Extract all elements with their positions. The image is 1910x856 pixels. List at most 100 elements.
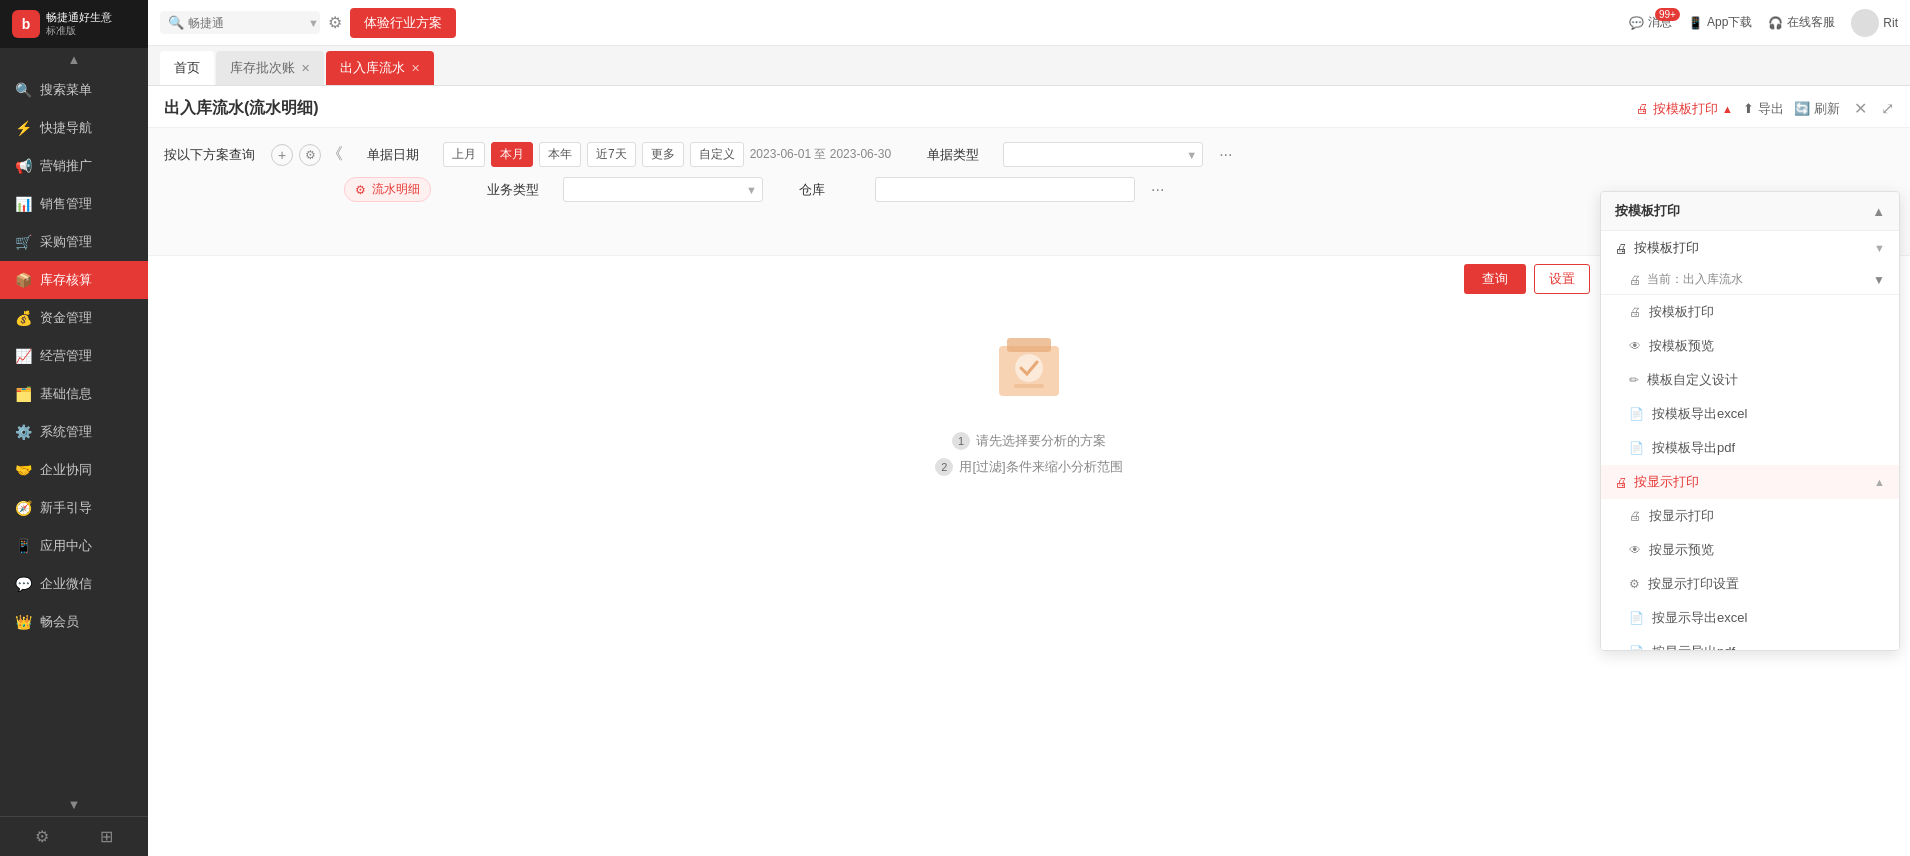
hint-text-1: 请先选择要分析的方案 [976,432,1106,450]
dropdown-item-display-export-excel[interactable]: 📄 按显示导出excel [1601,601,1899,635]
tab-batch-account[interactable]: 库存批次账 ✕ [216,51,324,85]
query-button[interactable]: 查询 [1464,264,1526,294]
date-btn-more[interactable]: 更多 [642,142,684,167]
sidebar-item-purchase[interactable]: 🛒 采购管理 [0,223,148,261]
date-btn-current-year[interactable]: 本年 [539,142,581,167]
date-btn-current-month[interactable]: 本月 [491,142,533,167]
sidebar-item-inventory[interactable]: 📦 库存核算 [0,261,148,299]
doc-type-more-btn[interactable]: ··· [1219,146,1232,164]
sidebar-item-quick-nav[interactable]: ⚡ 快捷导航 [0,109,148,147]
sidebar-item-app-center[interactable]: 📱 应用中心 [0,527,148,565]
print-template-button[interactable]: 🖨 按模板打印 ▲ [1636,100,1733,118]
topbar-app-download[interactable]: 📱 App下载 [1688,14,1752,31]
tab-flow-close[interactable]: ✕ [411,62,420,75]
template-custom-label: 模板自定义设计 [1647,371,1738,389]
sidebar-item-label: 新手引导 [40,499,92,517]
svg-rect-1 [1007,338,1051,352]
dropdown-item-display-print-settings[interactable]: ⚙ 按显示打印设置 [1601,567,1899,601]
template-export-pdf-icon: 📄 [1629,441,1644,455]
sidebar-item-wechat[interactable]: 💬 企业微信 [0,565,148,603]
topbar-search-input[interactable] [188,16,308,30]
topbar-online-service[interactable]: 🎧 在线客服 [1768,14,1835,31]
settings-button[interactable]: 设置 [1534,264,1590,294]
sidebar-item-guide[interactable]: 🧭 新手引导 [0,489,148,527]
dropdown-item-display-preview[interactable]: 👁 按显示预览 [1601,533,1899,567]
dropdown-item-display-export-pdf[interactable]: 📄 按显示导出pdf [1601,635,1899,651]
dropdown-item-template-export-excel[interactable]: 📄 按模板导出excel [1601,397,1899,431]
sidebar-item-member[interactable]: 👑 畅会员 [0,603,148,641]
filter-doc-type-label: 单据类型 [927,146,987,164]
sidebar-scroll-down[interactable]: ▼ [0,793,148,816]
sidebar-item-label: 库存核算 [40,271,92,289]
sidebar-item-label: 营销推广 [40,157,92,175]
filter-warehouse-input[interactable] [875,177,1135,202]
filter-actions: + ⚙ 《 [271,144,343,166]
display-print-icon: 🖨 [1615,475,1628,490]
dropdown-item-template-export-pdf[interactable]: 📄 按模板导出pdf [1601,431,1899,465]
dropdown-item-template-custom[interactable]: ✏ 模板自定义设计 [1601,363,1899,397]
tab-batch-account-close[interactable]: ✕ [301,62,310,75]
dropdown-section-template-header[interactable]: 🖨 按模板打印 ▼ [1601,231,1899,265]
sidebar-item-label: 采购管理 [40,233,92,251]
sidebar-item-finance[interactable]: 💰 资金管理 [0,299,148,337]
sidebar-item-operation[interactable]: 📈 经营管理 [0,337,148,375]
export-button[interactable]: ⬆ 导出 [1743,100,1784,118]
date-btn-last-7-days[interactable]: 近7天 [587,142,636,167]
refresh-button[interactable]: 🔄 刷新 [1794,100,1840,118]
date-btn-custom[interactable]: 自定义 [690,142,744,167]
sidebar-settings-icon[interactable]: ⚙ [35,827,49,846]
online-service-label: 在线客服 [1787,14,1835,31]
dropdown-section-display-header[interactable]: 🖨 按显示打印 ▲ [1601,465,1899,499]
sidebar-item-basic[interactable]: 🗂️ 基础信息 [0,375,148,413]
page-title: 出入库流水(流水明细) [164,98,319,119]
warehouse-more-btn[interactable]: ··· [1151,181,1164,199]
sidebar-item-label: 系统管理 [40,423,92,441]
filter-add-button[interactable]: + [271,144,293,166]
refresh-label: 刷新 [1814,100,1840,118]
tabbar: 首页 库存批次账 ✕ 出入库流水 ✕ [148,46,1910,86]
filter-business-type-wrap: ▼ [563,177,763,202]
sidebar-item-system[interactable]: ⚙️ 系统管理 [0,413,148,451]
print-dropdown-title: 按模板打印 [1615,202,1680,220]
filter-doc-type-select[interactable] [1003,142,1203,167]
window-expand-button[interactable]: ⤢ [1881,99,1894,118]
print-dropdown-chevron[interactable]: ▲ [1722,103,1733,115]
marketing-icon: 📢 [14,158,32,174]
tab-flow[interactable]: 出入库流水 ✕ [326,51,434,85]
template-custom-icon: ✏ [1629,373,1639,387]
template-print-icon: 🖨 [1629,305,1641,319]
template-export-excel-icon: 📄 [1629,407,1644,421]
page-header: 出入库流水(流水明细) 🖨 按模板打印 ▲ ⬆ 导出 🔄 刷新 ✕ ⤢ [148,86,1910,128]
dropdown-item-template-preview[interactable]: 👁 按模板预览 [1601,329,1899,363]
filter-business-type-select[interactable] [563,177,763,202]
filter-settings-button[interactable]: ⚙ [299,144,321,166]
sidebar-scroll-up[interactable]: ▲ [0,48,148,71]
topbar-search-dropdown-icon[interactable]: ▼ [308,17,319,29]
inventory-icon: 📦 [14,272,32,288]
sidebar-nav: 🔍 搜索菜单 ⚡ 快捷导航 📢 营销推广 📊 销售管理 🛒 采购管理 📦 库存核… [0,71,148,793]
export-label: 导出 [1758,100,1784,118]
topbar-user[interactable]: Rit [1851,9,1898,37]
date-btn-prev-month[interactable]: 上月 [443,142,485,167]
sidebar-expand-icon[interactable]: ⊞ [100,827,113,846]
dropdown-item-display-print[interactable]: 🖨 按显示打印 [1601,499,1899,533]
template-print-label: 按模板打印 [1649,303,1714,321]
filter-date-label: 单据日期 [367,146,427,164]
dropdown-current-template: 🖨 当前：出入库流水 ▼ [1601,265,1899,294]
print-dropdown-collapse-icon[interactable]: ▲ [1872,204,1885,219]
sidebar-item-marketing[interactable]: 📢 营销推广 [0,147,148,185]
topbar-gear-icon[interactable]: ⚙ [328,13,342,32]
sidebar-item-sales[interactable]: 📊 销售管理 [0,185,148,223]
filter-collapse-icon[interactable]: 《 [327,144,343,165]
template-preview-icon: 👁 [1629,339,1641,353]
sidebar-item-search[interactable]: 🔍 搜索菜单 [0,71,148,109]
trial-button[interactable]: 体验行业方案 [350,8,456,38]
filter-tag-flow[interactable]: ⚙ 流水明细 [344,177,431,202]
empty-hint-2: 2 用[过滤]条件来缩小分析范围 [935,458,1122,476]
sidebar-item-collab[interactable]: 🤝 企业协同 [0,451,148,489]
dropdown-item-template-print[interactable]: 🖨 按模板打印 [1601,295,1899,329]
topbar-search-wrap: 🔍 ▼ [160,11,320,34]
window-close-button[interactable]: ✕ [1854,99,1867,118]
tab-home[interactable]: 首页 [160,51,214,85]
topbar-message[interactable]: 💬 消息 99+ [1629,14,1672,31]
